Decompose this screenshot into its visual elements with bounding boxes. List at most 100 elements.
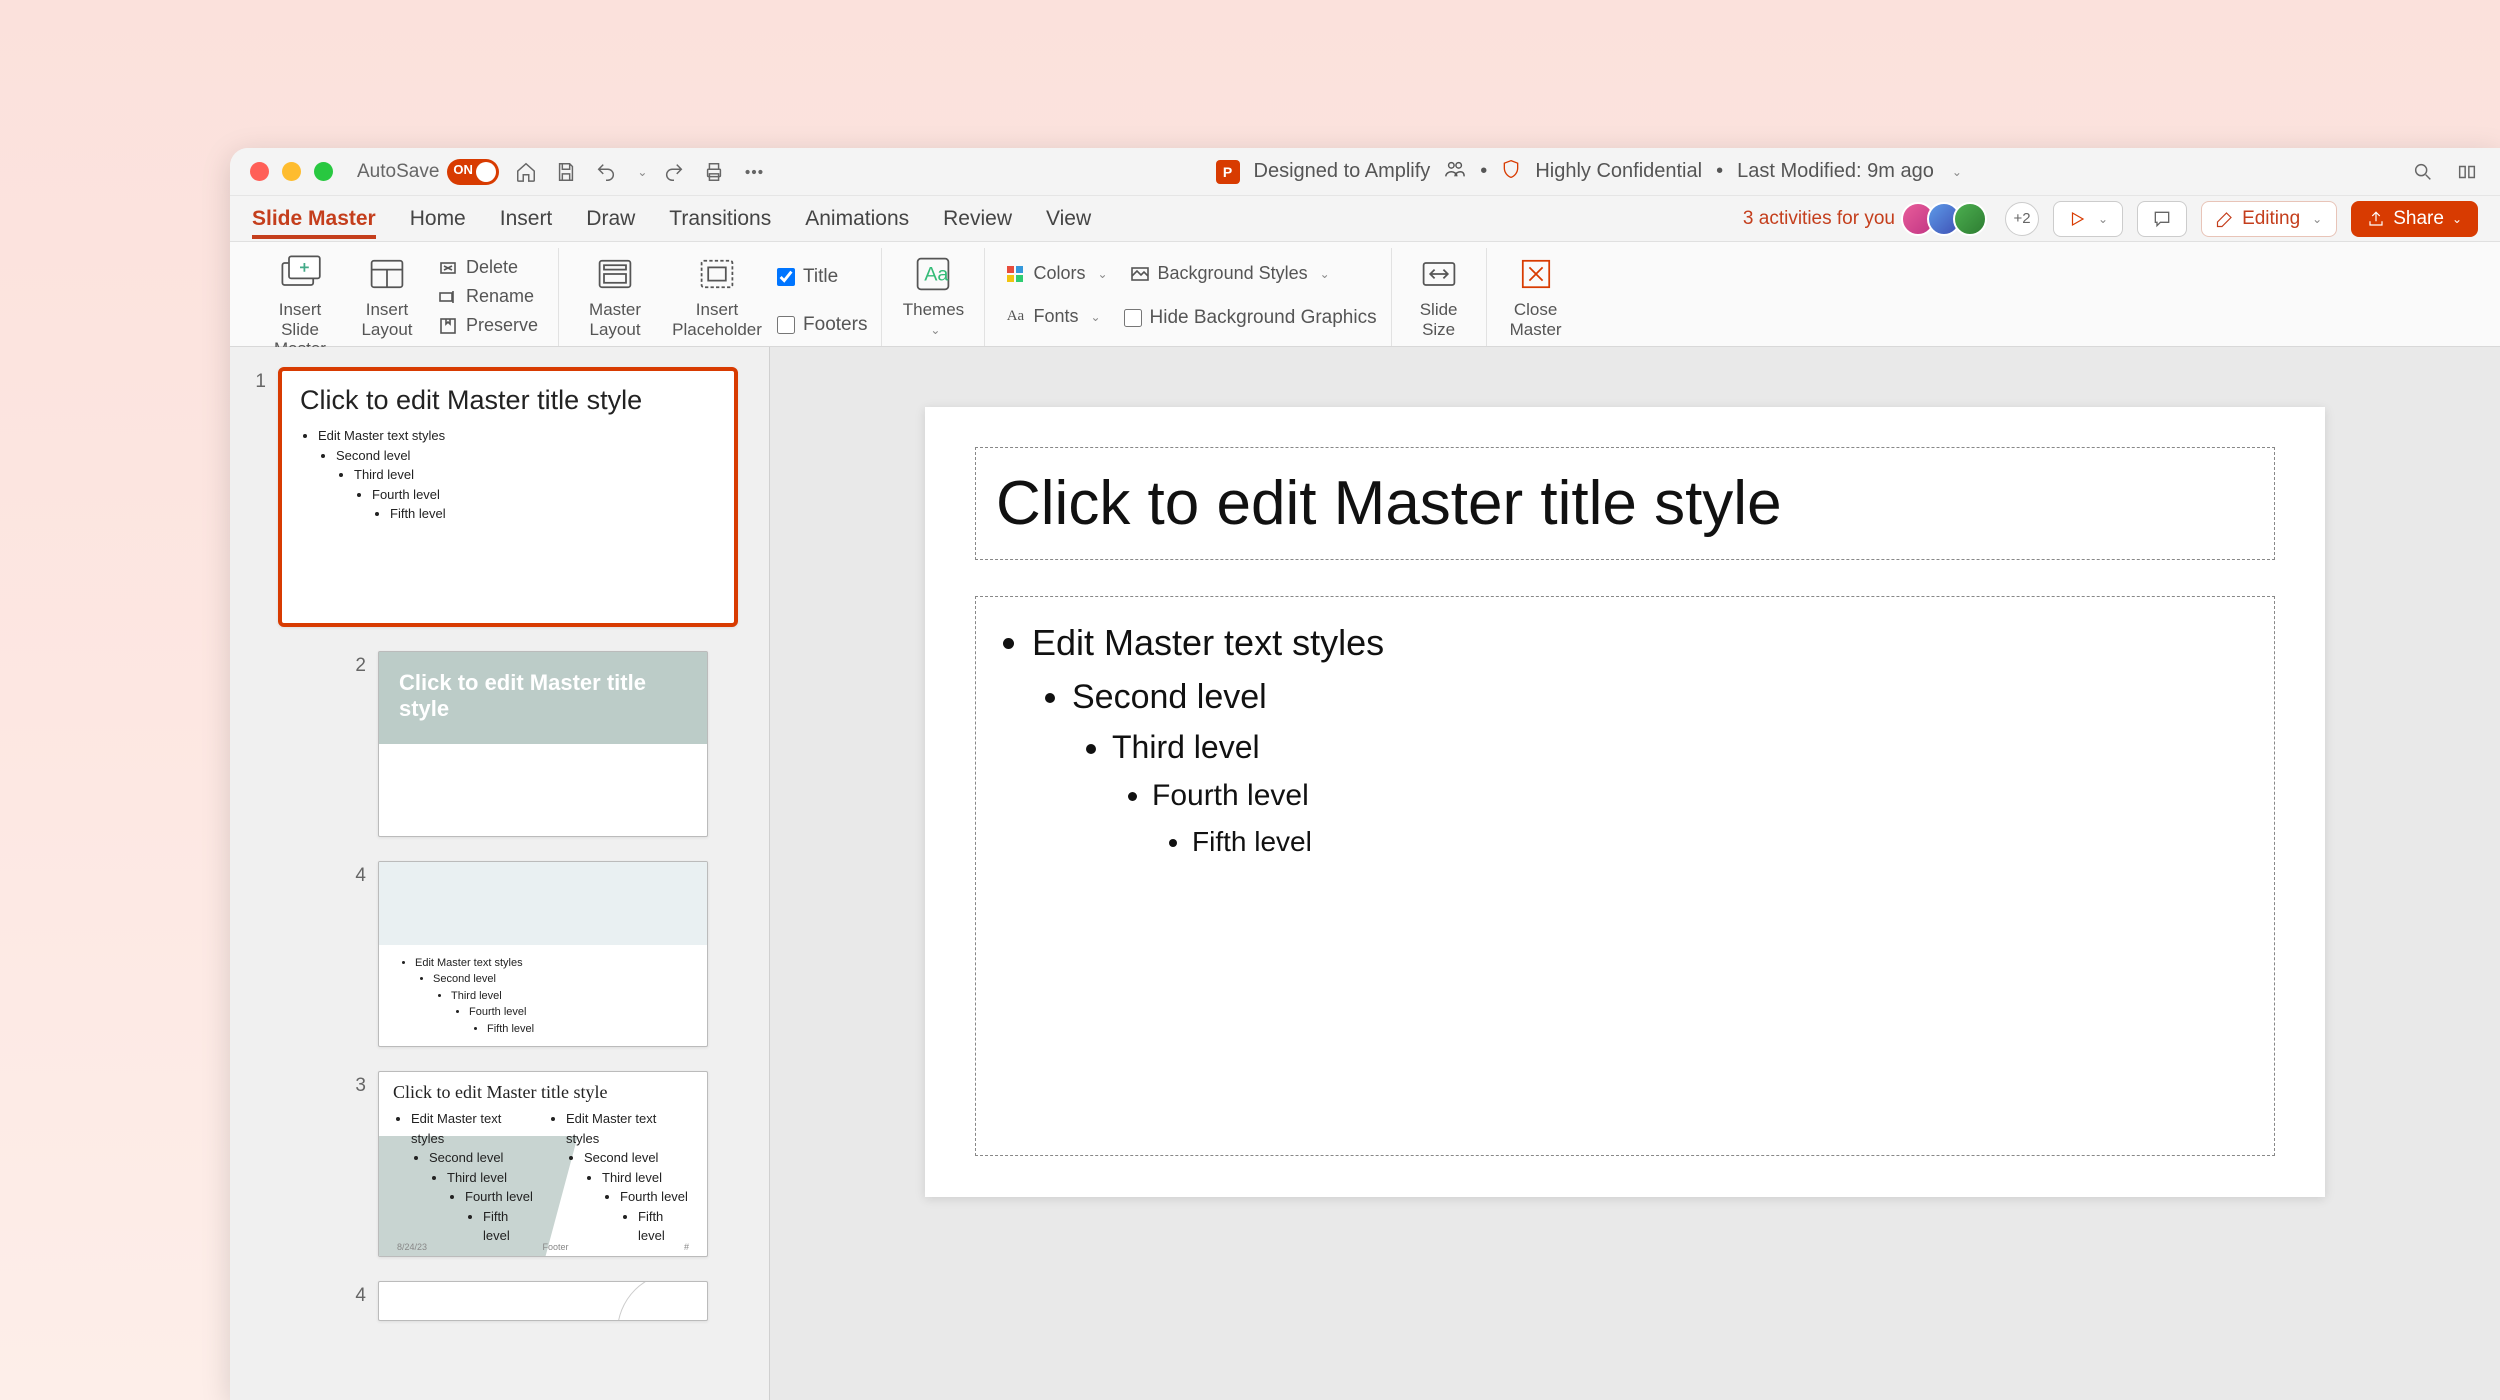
background-icon	[1130, 264, 1150, 284]
tabbar-right: 3 activities for you +2 ⌄ Editing ⌄	[1743, 201, 2478, 237]
last-modified-label[interactable]: Last Modified: 9m ago	[1737, 160, 1934, 183]
tab-slide-master[interactable]: Slide Master	[252, 199, 376, 239]
separator-dot: •	[1480, 160, 1487, 183]
placeholder-icon	[695, 252, 739, 296]
window-controls	[250, 162, 333, 181]
master-title-text[interactable]: Click to edit Master title style	[996, 468, 2254, 539]
collapse-ribbon-icon[interactable]	[2454, 159, 2480, 185]
activities-link[interactable]: 3 activities for you	[1743, 208, 1895, 230]
ribbon-group-master-layout: Master Layout ⌄ Insert Placeholder ⌄ Tit…	[559, 248, 882, 346]
themes-icon: Aa	[911, 252, 955, 296]
tab-draw[interactable]: Draw	[586, 199, 635, 239]
home-icon[interactable]	[513, 159, 539, 185]
close-window-button[interactable]	[250, 162, 269, 181]
rename-icon	[438, 287, 458, 307]
slide-master-icon	[278, 252, 322, 296]
rename-button[interactable]: Rename	[432, 283, 544, 310]
undo-dropdown-caret[interactable]: ⌄	[637, 165, 647, 179]
undo-icon[interactable]	[593, 159, 619, 185]
footers-checkbox[interactable]: Footers	[777, 310, 867, 340]
thumb-number: 1	[246, 367, 266, 393]
share-label: Share	[2393, 208, 2444, 230]
layout-thumb-row: 4 Edit Master text styles Second level T…	[246, 861, 753, 1047]
layout-thumb-row: 2 Click to edit Master title style	[246, 651, 753, 837]
master-layout-button[interactable]: Master Layout ⌄	[573, 248, 657, 357]
insert-slide-master-button[interactable]: Insert Slide Master	[258, 248, 342, 359]
tab-transitions[interactable]: Transitions	[669, 199, 771, 239]
thumb-number: 4	[346, 1281, 366, 1307]
tab-review[interactable]: Review	[943, 199, 1012, 239]
fonts-icon: Aa	[1005, 307, 1025, 327]
layout-icon	[365, 252, 409, 296]
save-icon[interactable]	[553, 159, 579, 185]
title-checkbox[interactable]: Title	[777, 262, 867, 292]
slide-canvas[interactable]: Click to edit Master title style Edit Ma…	[925, 407, 2325, 1197]
slide-editor-area[interactable]: Click to edit Master title style Edit Ma…	[770, 347, 2500, 1400]
body-placeholder[interactable]: Edit Master text styles Second level Thi…	[975, 596, 2275, 1156]
editing-label: Editing	[2242, 208, 2300, 230]
share-button[interactable]: Share ⌄	[2351, 201, 2478, 237]
insert-layout-button[interactable]: Insert Layout	[352, 248, 422, 339]
background-stack: Background Styles⌄ Hide Background Graph…	[1124, 248, 1377, 333]
master-thumbnail[interactable]: Click to edit Master title style Edit Ma…	[278, 367, 738, 627]
last-modified-dropdown[interactable]: ⌄	[1952, 165, 1962, 179]
colors-button[interactable]: Colors⌄	[999, 260, 1113, 287]
redo-icon[interactable]	[661, 159, 687, 185]
tab-insert[interactable]: Insert	[500, 199, 553, 239]
thumbnail-panel[interactable]: 1 Click to edit Master title style Edit …	[230, 347, 770, 1400]
titlebar-center: P Designed to Amplify • Highly Confident…	[781, 158, 2396, 186]
fonts-button[interactable]: AaFonts⌄	[999, 303, 1113, 330]
titlebar: AutoSave ON ⌄ P Designed to Amplify • Hi…	[230, 148, 2500, 196]
sensitivity-label[interactable]: Highly Confidential	[1535, 160, 1702, 183]
themes-button[interactable]: Aa Themes ⌄	[896, 248, 970, 337]
document-title[interactable]: Designed to Amplify	[1254, 160, 1431, 183]
minimize-window-button[interactable]	[282, 162, 301, 181]
placeholder-checkboxes: Title Footers	[777, 248, 867, 340]
background-styles-button[interactable]: Background Styles⌄	[1124, 260, 1377, 287]
thumb-number: 3	[346, 1071, 366, 1097]
insert-placeholder-button[interactable]: Insert Placeholder ⌄	[667, 248, 767, 357]
autosave-switch[interactable]: ON	[447, 159, 499, 185]
slide-size-button[interactable]: Slide Size ⌄	[1406, 248, 1472, 357]
layout-thumbnail-3[interactable]: Click to edit Master title style Edit Ma…	[378, 1071, 708, 1257]
thumb-bullets: Edit Master text styles Second level Thi…	[300, 426, 716, 524]
thumb-title: Click to edit Master title style	[300, 385, 716, 416]
autosave-label: AutoSave	[357, 161, 439, 183]
layout-thumbnail-4a[interactable]: Edit Master text styles Second level Thi…	[378, 861, 708, 1047]
title-placeholder[interactable]: Click to edit Master title style	[975, 447, 2275, 560]
delete-button[interactable]: Delete	[432, 254, 544, 281]
autosave-toggle[interactable]: AutoSave ON	[357, 159, 499, 185]
layout-thumbnail-2[interactable]: Click to edit Master title style	[378, 651, 708, 837]
comments-button[interactable]	[2137, 201, 2187, 237]
hide-background-checkbox[interactable]: Hide Background Graphics	[1124, 303, 1377, 333]
present-dropdown-caret[interactable]: ⌄	[2098, 212, 2108, 226]
print-icon[interactable]	[701, 159, 727, 185]
tab-view[interactable]: View	[1046, 199, 1091, 239]
maximize-window-button[interactable]	[314, 162, 333, 181]
tab-animations[interactable]: Animations	[805, 199, 909, 239]
more-icon[interactable]	[741, 159, 767, 185]
more-presence-badge[interactable]: +2	[2005, 202, 2039, 236]
editing-mode-button[interactable]: Editing ⌄	[2201, 201, 2337, 237]
editing-dropdown-caret[interactable]: ⌄	[2312, 212, 2322, 226]
avatar-3[interactable]	[1953, 202, 1987, 236]
thumb-number: 2	[346, 651, 366, 677]
presence-avatars[interactable]	[1909, 202, 1987, 236]
present-button[interactable]: ⌄	[2053, 201, 2123, 237]
ribbon-group-background: Colors⌄ AaFonts⌄ Background Styles⌄ Hide…	[985, 248, 1391, 346]
tab-home[interactable]: Home	[410, 199, 466, 239]
share-people-icon[interactable]	[1444, 158, 1466, 186]
slide-size-icon	[1417, 252, 1461, 296]
colors-icon	[1005, 264, 1025, 284]
app-window: AutoSave ON ⌄ P Designed to Amplify • Hi…	[230, 148, 2500, 1400]
workspace: 1 Click to edit Master title style Edit …	[230, 347, 2500, 1400]
master-layout-icon	[593, 252, 637, 296]
close-master-button[interactable]: Close Master	[1501, 248, 1571, 339]
master-bullet-list[interactable]: Edit Master text styles Second level Thi…	[998, 615, 2252, 863]
preserve-icon	[438, 316, 458, 336]
ribbon-group-edit-master: Insert Slide Master Insert Layout Delete…	[244, 248, 559, 346]
layout-thumbnail-4b[interactable]	[378, 1281, 708, 1321]
preserve-button[interactable]: Preserve	[432, 312, 544, 339]
search-icon[interactable]	[2410, 159, 2436, 185]
master-edit-stack: Delete Rename Preserve	[432, 248, 544, 339]
